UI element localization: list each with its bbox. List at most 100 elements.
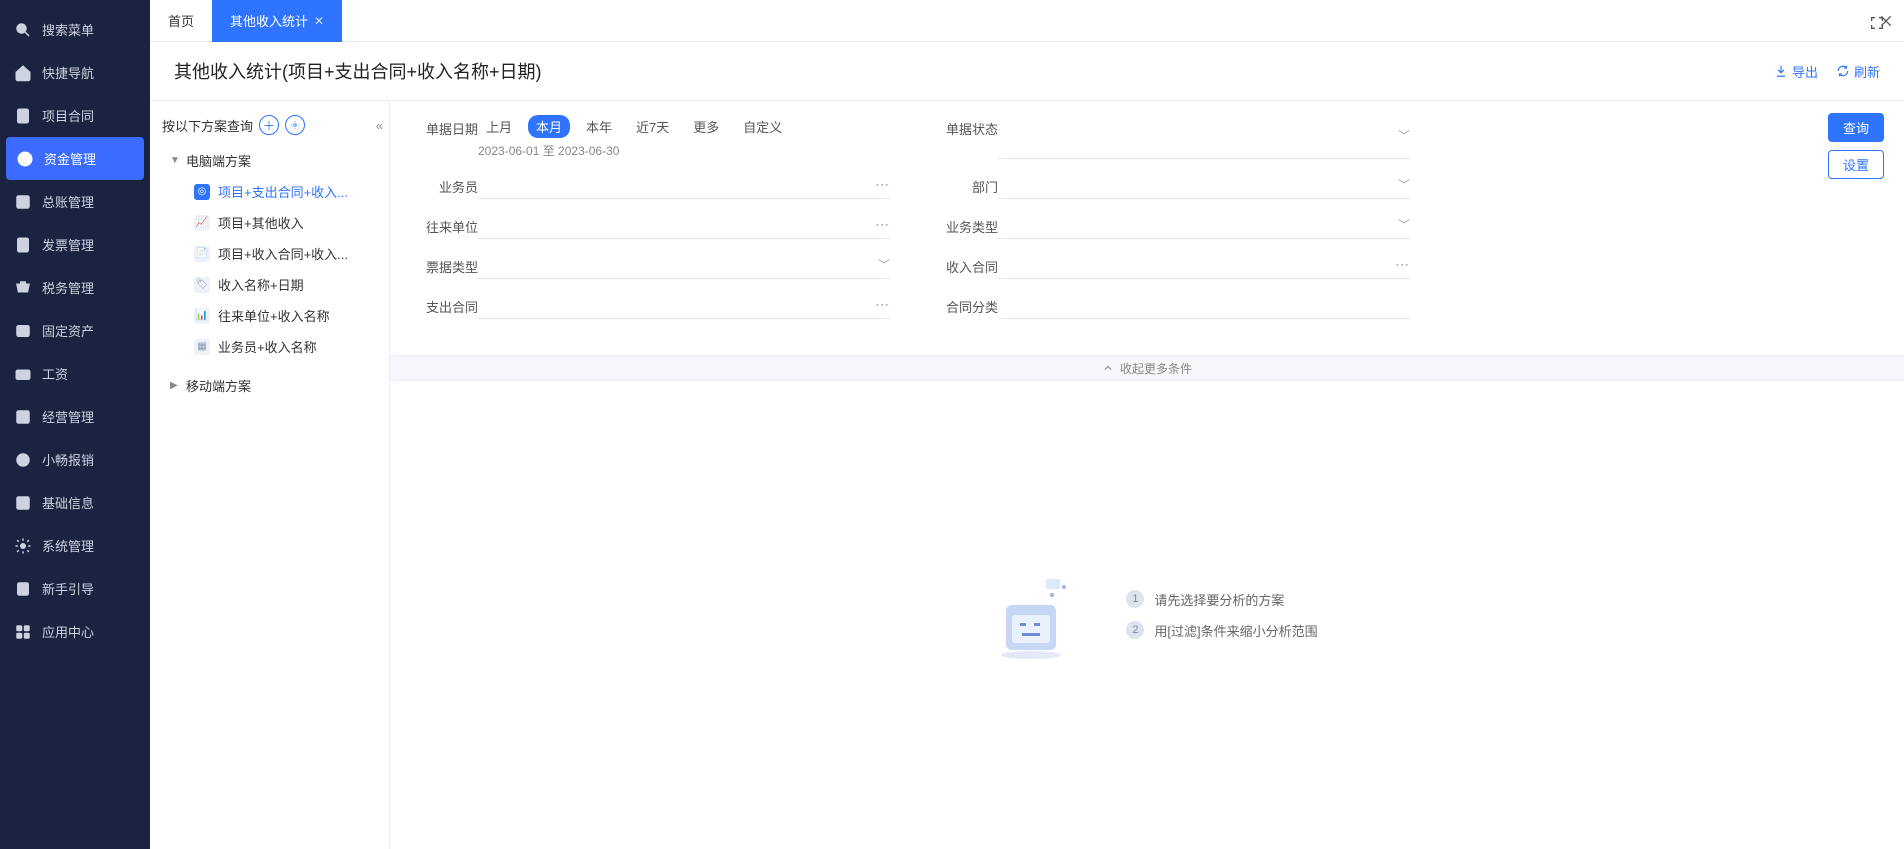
more-icon: ⋯: [1395, 256, 1410, 273]
sidebar-item-biz-mgmt[interactable]: 经营管理: [0, 395, 150, 438]
content: 按以下方案查询 ＋ « ▼ 电脑端方案 ◎ 项目+支出合同+收入...: [150, 101, 1904, 849]
chevron-down-icon: ﹀: [878, 256, 890, 273]
sidebar-item-invoice[interactable]: 发票管理: [0, 223, 150, 266]
sidebar-item-quicknav[interactable]: 快捷导航: [0, 51, 150, 94]
sidebar-item-label: 固定资产: [42, 321, 94, 340]
tab-other-income[interactable]: 其他收入统计 ✕: [212, 0, 342, 42]
scheme-settings-button[interactable]: [285, 115, 305, 135]
settings-button[interactable]: 设置: [1828, 150, 1884, 179]
sidebar-item-label: 工资: [42, 364, 68, 383]
filter-label: 收入合同: [930, 253, 998, 279]
scheme-item-label: 往来单位+收入名称: [218, 306, 330, 325]
refresh-label: 刷新: [1854, 62, 1880, 81]
step-number: 2: [1126, 621, 1144, 639]
document-icon: [14, 107, 32, 125]
sidebar-item-search[interactable]: 搜索菜单: [0, 8, 150, 51]
sidebar-item-label: 经营管理: [42, 407, 94, 426]
scheme-item-label: 收入名称+日期: [218, 275, 304, 294]
filter-bill-status[interactable]: 单据状态 ﹀: [930, 115, 1410, 159]
more-icon: ⋯: [875, 296, 890, 313]
refresh-button[interactable]: 刷新: [1836, 62, 1880, 81]
filter-ticket-type[interactable]: 票据类型 ﹀: [410, 253, 890, 279]
date-quick-custom[interactable]: 自定义: [735, 115, 790, 138]
collapse-label: 收起更多条件: [1120, 360, 1192, 377]
sidebar-item-reimburse[interactable]: C 小畅报销: [0, 438, 150, 481]
scheme-item-4[interactable]: 🏷 收入名称+日期: [166, 269, 383, 300]
scheme-item-label: 项目+支出合同+收入...: [218, 182, 348, 201]
collapse-scheme-icon[interactable]: «: [376, 118, 383, 133]
scheme-item-5[interactable]: 📊 往来单位+收入名称: [166, 300, 383, 331]
scheme-item-1[interactable]: ◎ 项目+支出合同+收入...: [166, 176, 383, 207]
filter-label: 单据日期: [410, 115, 478, 159]
sidebar-item-sys-mgmt[interactable]: 系统管理: [0, 524, 150, 567]
fullscreen-button[interactable]: [1866, 12, 1888, 34]
tab-label: 首页: [168, 11, 194, 30]
bar-icon: 📊: [194, 308, 210, 324]
date-quick-thisyear[interactable]: 本年: [578, 115, 620, 138]
scheme-item-label: 项目+其他收入: [218, 213, 304, 232]
filter-result-area: 单据日期 上月 本月 本年 近7天 更多 自定义 2023-06-01 至 20…: [390, 101, 1904, 849]
sidebar-item-label: 搜索菜单: [42, 20, 94, 39]
tab-strip: 首页 其他收入统计 ✕: [150, 0, 1904, 42]
page-title: 其他收入统计(项目+支出合同+收入名称+日期): [174, 58, 542, 84]
scheme-item-6[interactable]: ▦ 业务员+收入名称: [166, 331, 383, 362]
chevron-down-icon: ﹀: [1398, 216, 1410, 233]
refresh-icon: [1836, 64, 1850, 78]
filter-expense-contract[interactable]: 支出合同 ⋯: [410, 293, 890, 319]
sidebar-item-ledger[interactable]: 总账管理: [0, 180, 150, 223]
filter-label: 部门: [930, 173, 998, 199]
add-scheme-button[interactable]: ＋: [259, 115, 279, 135]
date-quick-more[interactable]: 更多: [685, 115, 727, 138]
filter-label: 票据类型: [410, 253, 478, 279]
sidebar-item-label: 发票管理: [42, 235, 94, 254]
date-quick-thismonth[interactable]: 本月: [528, 115, 570, 138]
close-icon[interactable]: ✕: [314, 14, 324, 28]
scheme-panel: 按以下方案查询 ＋ « ▼ 电脑端方案 ◎ 项目+支出合同+收入...: [150, 101, 390, 849]
filter-income-contract[interactable]: 收入合同 ⋯: [930, 253, 1410, 279]
filter-dept[interactable]: 部门 ﹀: [930, 173, 1410, 199]
date-quick-lastmonth[interactable]: 上月: [478, 115, 520, 138]
more-icon: ⋯: [875, 216, 890, 233]
filter-label: 合同分类: [930, 293, 998, 319]
tab-label: 其他收入统计: [230, 11, 308, 30]
tree-group-mobile[interactable]: ▶ 移动端方案: [166, 370, 383, 401]
invoice-icon: [14, 236, 32, 254]
scheme-item-2[interactable]: 📈 项目+其他收入: [166, 207, 383, 238]
sidebar-item-app-center[interactable]: 应用中心: [0, 610, 150, 653]
sidebar-item-guide[interactable]: 新手引导: [0, 567, 150, 610]
sidebar-item-salary[interactable]: 工资: [0, 352, 150, 395]
filter-sales[interactable]: 业务员 ⋯: [410, 173, 890, 199]
sidebar-item-fixed-asset[interactable]: 固定资产: [0, 309, 150, 352]
scheme-item-3[interactable]: 📄 项目+收入合同+收入...: [166, 238, 383, 269]
sidebar-item-fund-management[interactable]: 资金管理: [6, 137, 144, 180]
filter-label: 业务类型: [930, 213, 998, 239]
search-icon: [14, 21, 32, 39]
sidebar-item-tax[interactable]: 税务管理: [0, 266, 150, 309]
chevron-down-icon: ▼: [170, 155, 180, 166]
biz-icon: [14, 408, 32, 426]
grid-icon: ▦: [194, 339, 210, 355]
sidebar-item-project-contract[interactable]: 项目合同: [0, 94, 150, 137]
export-button[interactable]: 导出: [1774, 62, 1818, 81]
filter-contract-category[interactable]: 合同分类: [930, 293, 1410, 319]
filter-biz-type[interactable]: 业务类型 ﹀: [930, 213, 1410, 239]
scheme-item-label: 业务员+收入名称: [218, 337, 317, 356]
collapse-filters-bar[interactable]: 收起更多条件: [390, 355, 1904, 381]
empty-illustration: [976, 565, 1096, 665]
gear-icon: [14, 537, 32, 555]
tree-group-desktop[interactable]: ▼ 电脑端方案: [166, 145, 383, 176]
step-number: 1: [1126, 590, 1144, 608]
sidebar-item-base-info[interactable]: 基础信息: [0, 481, 150, 524]
asset-icon: [14, 322, 32, 340]
empty-step-text: 请先选择要分析的方案: [1154, 590, 1284, 609]
chevron-right-icon: ▶: [170, 380, 180, 391]
tab-home[interactable]: 首页: [150, 0, 212, 42]
filter-partner[interactable]: 往来单位 ⋯: [410, 213, 890, 239]
sidebar-item-label: 应用中心: [42, 622, 94, 641]
chevron-up-icon: [1102, 362, 1114, 374]
sidebar-item-label: 税务管理: [42, 278, 94, 297]
scheme-panel-title: 按以下方案查询: [162, 116, 253, 135]
info-icon: [14, 494, 32, 512]
query-button[interactable]: 查询: [1828, 113, 1884, 142]
date-quick-7days[interactable]: 近7天: [628, 115, 677, 138]
